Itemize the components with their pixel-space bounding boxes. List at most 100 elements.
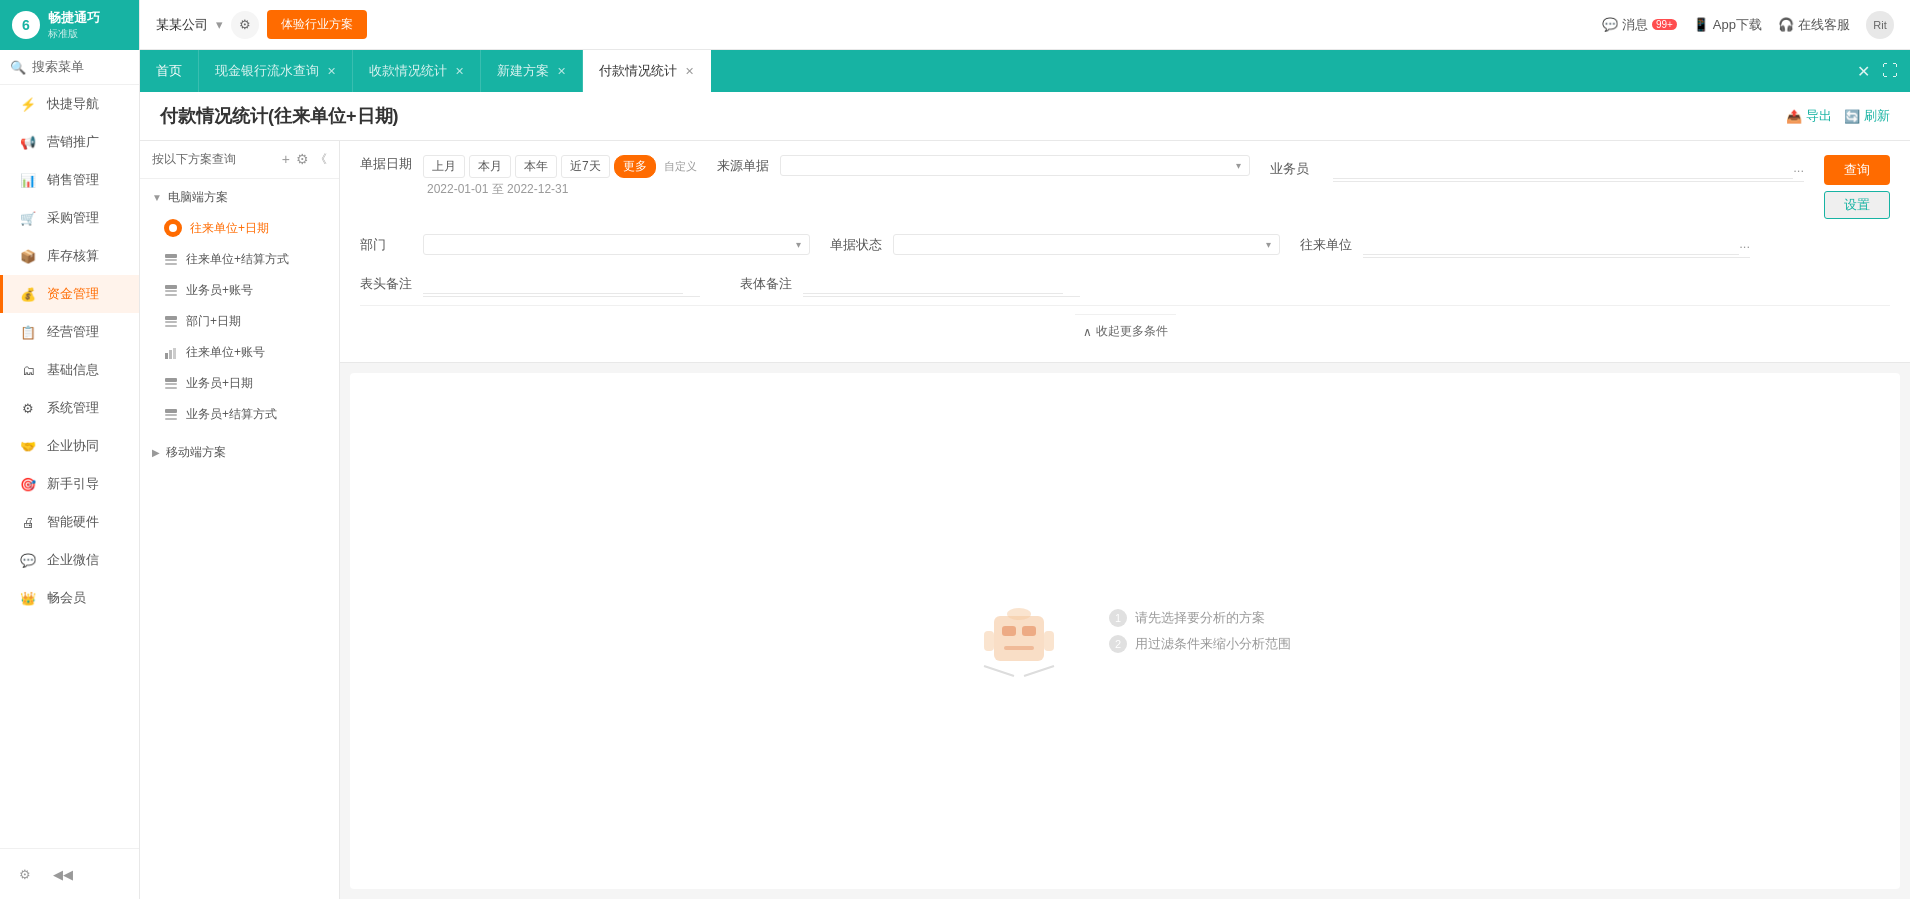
partner-filter-input[interactable] — [1363, 231, 1739, 255]
hint-item-1: 1 请先选择要分析的方案 — [1109, 609, 1291, 627]
status-filter-select[interactable]: ▾ — [893, 234, 1280, 255]
tab-bank-flow-close-icon[interactable]: ✕ — [327, 65, 336, 78]
sidebar-collapse-button[interactable]: ◀◀ — [48, 859, 78, 889]
quick-nav-icon: ⚡ — [19, 95, 37, 113]
page-title: 付款情况统计(往来单位+日期) — [160, 104, 399, 128]
scheme-item-partner-date[interactable]: 往来单位+日期 — [140, 212, 339, 244]
svg-rect-10 — [169, 350, 172, 359]
sidebar-item-quick-nav[interactable]: ⚡ 快捷导航 — [0, 85, 139, 123]
scheme-group-mobile-arrow: ▶ — [152, 447, 160, 458]
tab-bank-flow[interactable]: 现金银行流水查询 ✕ — [199, 50, 353, 92]
scheme-item-table2-icon — [164, 284, 178, 298]
scheme-item-partner-account[interactable]: 往来单位+账号 — [140, 337, 339, 368]
filter-settings-button[interactable]: 设置 — [1824, 191, 1890, 219]
collapse-filter-button[interactable]: ∧ 收起更多条件 — [1075, 314, 1176, 348]
sidebar-item-base-info[interactable]: 🗂 基础信息 — [0, 351, 139, 389]
sidebar-logo: 6 畅捷通巧 标准版 — [0, 0, 139, 50]
scheme-item-dept-date[interactable]: 部门+日期 — [140, 306, 339, 337]
export-button[interactable]: 📤 导出 — [1786, 107, 1832, 125]
custom-label: 自定义 — [664, 159, 697, 174]
tab-fullscreen-icon[interactable]: ⛶ — [1882, 62, 1898, 80]
hint-text-1: 请先选择要分析的方案 — [1135, 609, 1265, 627]
tab-new-scheme-close-icon[interactable]: ✕ — [557, 65, 566, 78]
scheme-item-staff-date[interactable]: 业务员+日期 — [140, 368, 339, 399]
sidebar-item-operations[interactable]: 📋 经营管理 — [0, 313, 139, 351]
wechat-icon: 💬 — [19, 551, 37, 569]
dept-filter-select[interactable]: ▾ — [423, 234, 810, 255]
header-note-label: 表头备注 — [360, 275, 415, 293]
tab-receipt-stat[interactable]: 收款情况统计 ✕ — [353, 50, 481, 92]
scheme-group-desktop: ▼ 电脑端方案 往来单位+日期 往来单位+结算方式 — [140, 179, 339, 434]
sidebar-item-hardware[interactable]: 🖨 智能硬件 — [0, 503, 139, 541]
staff-filter-input[interactable] — [1333, 155, 1793, 179]
tab-bank-flow-label: 现金银行流水查询 — [215, 62, 319, 80]
svg-rect-9 — [165, 353, 168, 359]
sidebar-item-finance[interactable]: 💰 资金管理 — [0, 275, 139, 313]
company-name: 某某公司 — [156, 16, 208, 34]
base-info-icon: 🗂 — [19, 361, 37, 379]
svg-rect-18 — [994, 616, 1044, 661]
scheme-item-partner-settle[interactable]: 往来单位+结算方式 — [140, 244, 339, 275]
sidebar-item-guide[interactable]: 🎯 新手引导 — [0, 465, 139, 503]
scheme-add-button[interactable]: + — [282, 151, 290, 168]
date-btn-last-month[interactable]: 上月 — [423, 155, 465, 178]
logo-text: 畅捷通巧 标准版 — [48, 9, 100, 41]
trial-button[interactable]: 体验行业方案 — [267, 10, 367, 39]
app-download-button[interactable]: 📱 App下载 — [1693, 16, 1762, 34]
user-avatar[interactable]: Rit — [1866, 11, 1894, 39]
sidebar-search[interactable]: 🔍 搜索菜单 — [0, 50, 139, 85]
company-dropdown-icon[interactable]: ▾ — [216, 17, 223, 32]
scheme-settings-button[interactable]: ⚙ — [296, 151, 309, 168]
sidebar-item-marketing[interactable]: 📢 营销推广 — [0, 123, 139, 161]
sidebar-item-vip[interactable]: 👑 畅会员 — [0, 579, 139, 617]
scheme-item-staff-settle[interactable]: 业务员+结算方式 — [140, 399, 339, 430]
svg-rect-20 — [1022, 626, 1036, 636]
sidebar: 6 畅捷通巧 标准版 🔍 搜索菜单 ⚡ 快捷导航 📢 营销推广 📊 销售管理 🛒… — [0, 0, 140, 899]
scheme-group-desktop-title[interactable]: ▼ 电脑端方案 — [140, 183, 339, 212]
svg-rect-11 — [173, 348, 176, 359]
message-button[interactable]: 💬 消息 99+ — [1602, 16, 1677, 34]
refresh-button[interactable]: 🔄 刷新 — [1844, 107, 1890, 125]
scheme-item-staff-account[interactable]: 业务员+账号 — [140, 275, 339, 306]
sidebar-item-inventory[interactable]: 📦 库存核算 — [0, 237, 139, 275]
tab-receipt-stat-close-icon[interactable]: ✕ — [455, 65, 464, 78]
svg-rect-4 — [165, 290, 177, 292]
collab-icon: 🤝 — [19, 437, 37, 455]
tab-home[interactable]: 首页 — [140, 50, 199, 92]
source-select-arrow-icon: ▾ — [1236, 160, 1241, 171]
customer-service-button[interactable]: 🎧 在线客服 — [1778, 16, 1850, 34]
date-btn-last-7days[interactable]: 近7天 — [561, 155, 610, 178]
tab-close-all-icon[interactable]: ✕ — [1857, 62, 1870, 81]
date-range-display: 2022-01-01 至 2022-12-31 — [427, 181, 697, 198]
svg-rect-13 — [165, 383, 177, 385]
sidebar-item-purchase[interactable]: 🛒 采购管理 — [0, 199, 139, 237]
svg-rect-6 — [165, 316, 177, 320]
status-select-arrow-icon: ▾ — [1266, 239, 1271, 250]
header-note-input[interactable] — [423, 270, 683, 294]
tab-new-scheme[interactable]: 新建方案 ✕ — [481, 50, 583, 92]
tab-payment-stat-close-icon[interactable]: ✕ — [685, 65, 694, 78]
query-button[interactable]: 查询 — [1824, 155, 1890, 185]
scheme-collapse-button[interactable]: 《 — [315, 151, 327, 168]
partner-filter-more-icon[interactable]: ... — [1739, 236, 1750, 251]
source-filter-select[interactable]: ▾ — [780, 155, 1251, 176]
page-header-actions: 📤 导出 🔄 刷新 — [1786, 107, 1890, 125]
scheme-group-mobile: ▶ 移动端方案 — [140, 434, 339, 471]
body-note-input[interactable] — [803, 270, 1063, 294]
sidebar-item-sales[interactable]: 📊 销售管理 — [0, 161, 139, 199]
topbar-settings-button[interactable]: ⚙ — [231, 11, 259, 39]
sidebar-settings-button[interactable]: ⚙ — [10, 859, 40, 889]
date-btn-this-month[interactable]: 本月 — [469, 155, 511, 178]
date-btn-this-year[interactable]: 本年 — [515, 155, 557, 178]
dept-select-arrow-icon: ▾ — [796, 239, 801, 250]
staff-filter-more-icon[interactable]: ... — [1793, 160, 1804, 175]
sidebar-item-wechat[interactable]: 💬 企业微信 — [0, 541, 139, 579]
sidebar-item-system[interactable]: ⚙ 系统管理 — [0, 389, 139, 427]
tab-payment-stat[interactable]: 付款情况统计 ✕ — [583, 50, 711, 92]
sidebar-item-collab[interactable]: 🤝 企业协同 — [0, 427, 139, 465]
scheme-group-desktop-arrow: ▼ — [152, 192, 162, 203]
date-btn-more[interactable]: 更多 — [614, 155, 656, 178]
svg-rect-14 — [165, 387, 177, 389]
scheme-panel-title: 按以下方案查询 — [152, 151, 236, 168]
scheme-group-mobile-title[interactable]: ▶ 移动端方案 — [140, 438, 339, 467]
